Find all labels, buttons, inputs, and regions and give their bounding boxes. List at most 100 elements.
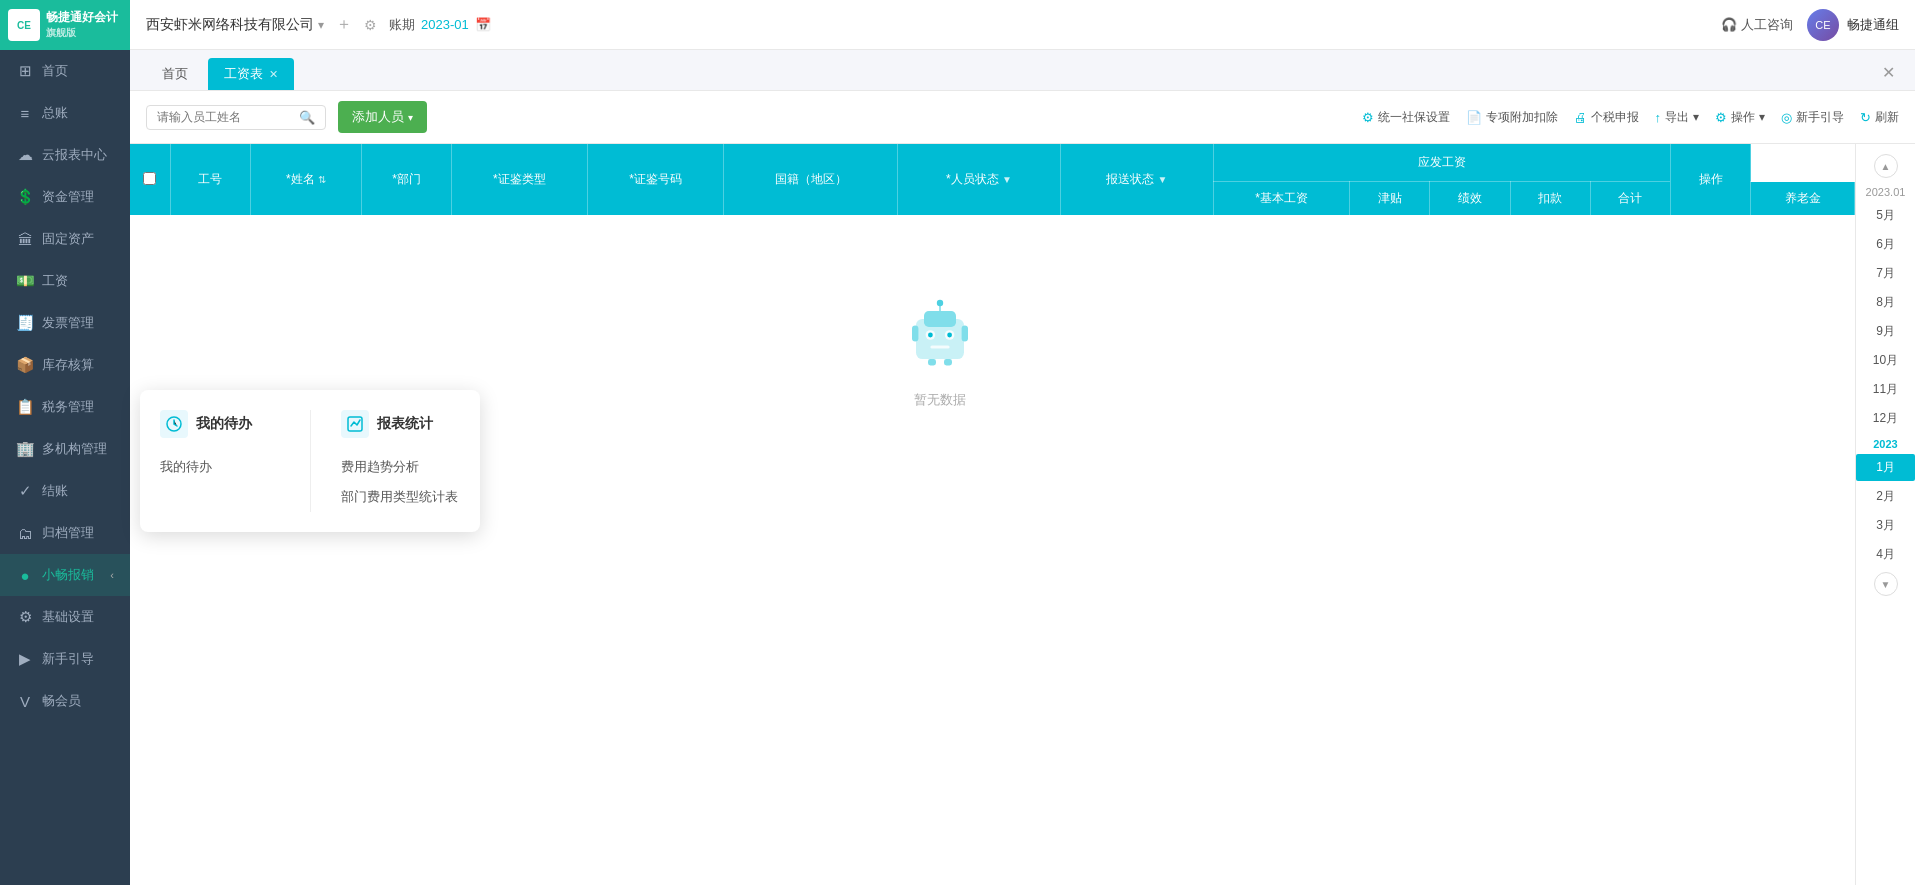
sidebar-item-invoice[interactable]: 🧾 发票管理 bbox=[0, 302, 130, 344]
settings-icon: ⚙ bbox=[16, 608, 34, 626]
operation-chevron-icon: ▾ bbox=[1759, 110, 1765, 124]
cloud-icon: ☁ bbox=[16, 146, 34, 164]
th-id-num: *证鉴号码 bbox=[587, 144, 723, 215]
svg-rect-8 bbox=[962, 325, 968, 341]
user-info: CE 畅捷通组 bbox=[1807, 9, 1899, 41]
tax-report-button[interactable]: 🖨 个税申报 bbox=[1574, 109, 1639, 126]
logo-initials: CE bbox=[17, 20, 31, 31]
panel-up-button[interactable]: ▲ bbox=[1874, 154, 1898, 178]
app-logo: CE 畅捷通好会计 旗舰版 bbox=[0, 0, 130, 50]
sidebar-item-settlement[interactable]: ✓ 结账 bbox=[0, 470, 130, 512]
tab-close-icon[interactable]: ✕ bbox=[269, 68, 278, 81]
svg-point-5 bbox=[948, 333, 953, 338]
fund-icon: 💲 bbox=[16, 188, 34, 206]
calendar-icon[interactable]: 📅 bbox=[475, 17, 491, 32]
sidebar-item-member[interactable]: V 畅会员 bbox=[0, 680, 130, 722]
refresh-icon: ↻ bbox=[1860, 110, 1871, 125]
sidebar-item-multi[interactable]: 🏢 多机构管理 bbox=[0, 428, 130, 470]
ledger-icon: ≡ bbox=[16, 105, 34, 122]
popup-divider bbox=[310, 410, 311, 512]
social-insurance-button[interactable]: ⚙ 统一社保设置 bbox=[1362, 109, 1450, 126]
sidebar-item-settings[interactable]: ⚙ 基础设置 bbox=[0, 596, 130, 638]
sidebar-item-assets[interactable]: 🏛 固定资产 bbox=[0, 218, 130, 260]
svg-rect-6 bbox=[931, 345, 950, 348]
popup-columns: 我的待办 我的待办 报表统计 费用趋势分析 部门费用类型统计表 bbox=[160, 410, 460, 512]
status-filter-icon[interactable]: ▼ bbox=[1002, 174, 1012, 185]
th-checkbox[interactable] bbox=[130, 144, 170, 215]
sidebar-item-cloud[interactable]: ☁ 云报表中心 bbox=[0, 134, 130, 176]
tabbar: 首页 工资表 ✕ ✕ bbox=[130, 50, 1915, 91]
month-5[interactable]: 5月 bbox=[1856, 202, 1915, 229]
invoice-icon: 🧾 bbox=[16, 314, 34, 332]
popup-item-pending[interactable]: 我的待办 bbox=[160, 452, 280, 482]
sidebar-item-fund[interactable]: 💲 资金管理 bbox=[0, 176, 130, 218]
th-dept: *部门 bbox=[362, 144, 451, 215]
sidebar-item-label: 资金管理 bbox=[42, 188, 94, 206]
th-deduction: 扣款 bbox=[1510, 182, 1590, 216]
sidebar-item-home[interactable]: ⊞ 首页 bbox=[0, 50, 130, 92]
month-7[interactable]: 7月 bbox=[1856, 260, 1915, 287]
sidebar-item-tax[interactable]: 📋 税务管理 bbox=[0, 386, 130, 428]
month-11[interactable]: 11月 bbox=[1856, 376, 1915, 403]
operation-icon: ⚙ bbox=[1715, 110, 1727, 125]
empty-illustration bbox=[900, 295, 980, 375]
month-2[interactable]: 2月 bbox=[1856, 483, 1915, 510]
sidebar-item-label: 多机构管理 bbox=[42, 440, 107, 458]
month-8[interactable]: 8月 bbox=[1856, 289, 1915, 316]
search-input[interactable] bbox=[157, 110, 293, 124]
month-9[interactable]: 9月 bbox=[1856, 318, 1915, 345]
search-wrap: 🔍 bbox=[146, 105, 326, 130]
th-performance: 绩效 bbox=[1430, 182, 1510, 216]
special-deduction-button[interactable]: 📄 专项附加扣除 bbox=[1466, 109, 1558, 126]
sidebar-item-xiaochang[interactable]: ● 小畅报销 ‹ bbox=[0, 554, 130, 596]
select-all-checkbox[interactable] bbox=[143, 172, 156, 185]
company-selector[interactable]: 西安虾米网络科技有限公司 ▾ bbox=[146, 16, 324, 34]
popup-item-dept[interactable]: 部门费用类型统计表 bbox=[341, 482, 461, 512]
export-button[interactable]: ↑ 导出 ▾ bbox=[1655, 109, 1700, 126]
sidebar-item-ledger[interactable]: ≡ 总账 bbox=[0, 92, 130, 134]
tab-salary[interactable]: 工资表 ✕ bbox=[208, 58, 294, 90]
export-chevron-icon: ▾ bbox=[1693, 110, 1699, 124]
add-company-icon[interactable]: ＋ bbox=[336, 14, 352, 35]
chevron-down-icon: ▾ bbox=[318, 18, 324, 32]
logo-icon: CE bbox=[8, 9, 40, 41]
month-1-active[interactable]: 1月 bbox=[1856, 454, 1915, 481]
sidebar-item-label: 库存核算 bbox=[42, 356, 94, 374]
topbar: 西安虾米网络科技有限公司 ▾ ＋ ⚙ 账期 2023-01 📅 🎧 人工咨询 C… bbox=[130, 0, 1915, 50]
month-4[interactable]: 4月 bbox=[1856, 541, 1915, 568]
sidebar-item-salary[interactable]: 💵 工资 bbox=[0, 260, 130, 302]
refresh-button[interactable]: ↻ 刷新 bbox=[1860, 109, 1899, 126]
sidebar-item-inventory[interactable]: 📦 库存核算 bbox=[0, 344, 130, 386]
month-12[interactable]: 12月 bbox=[1856, 405, 1915, 432]
home-icon: ⊞ bbox=[16, 62, 34, 80]
operation-button[interactable]: ⚙ 操作 ▾ bbox=[1715, 109, 1765, 126]
month-6[interactable]: 6月 bbox=[1856, 231, 1915, 258]
salary-icon: 💵 bbox=[16, 272, 34, 290]
assets-icon: 🏛 bbox=[16, 231, 34, 248]
tab-home[interactable]: 首页 bbox=[146, 58, 204, 90]
popup-item-trend[interactable]: 费用趋势分析 bbox=[341, 452, 461, 482]
month-3[interactable]: 3月 bbox=[1856, 512, 1915, 539]
special-icon: 📄 bbox=[1466, 110, 1482, 125]
page-close-button[interactable]: ✕ bbox=[1878, 59, 1899, 86]
empty-text: 暂无数据 bbox=[914, 391, 966, 409]
month-10[interactable]: 10月 bbox=[1856, 347, 1915, 374]
support-button[interactable]: 🎧 人工咨询 bbox=[1721, 16, 1793, 34]
guide-button[interactable]: ◎ 新手引导 bbox=[1781, 109, 1844, 126]
th-nationality: 国籍（地区） bbox=[724, 144, 898, 215]
report-icon bbox=[341, 410, 369, 438]
svg-rect-9 bbox=[928, 359, 936, 365]
popup-col2-title: 报表统计 bbox=[341, 410, 461, 438]
th-name: *姓名 ⇅ bbox=[250, 144, 362, 215]
sidebar-item-archive[interactable]: 🗂 归档管理 bbox=[0, 512, 130, 554]
member-icon: V bbox=[16, 693, 34, 710]
panel-down-button[interactable]: ▼ bbox=[1874, 572, 1898, 596]
popup-col-pending: 我的待办 我的待办 bbox=[160, 410, 280, 512]
sidebar: CE 畅捷通好会计 旗舰版 ⊞ 首页 ≡ 总账 ☁ 云报表中心 💲 资金管理 🏛… bbox=[0, 0, 130, 885]
sidebar-item-newguide[interactable]: ▶ 新手引导 bbox=[0, 638, 130, 680]
user-name: 畅捷通组 bbox=[1847, 16, 1899, 34]
sort-icon[interactable]: ⇅ bbox=[318, 174, 326, 185]
report-filter-icon[interactable]: ▼ bbox=[1157, 174, 1167, 185]
add-person-button[interactable]: 添加人员 ▾ bbox=[338, 101, 427, 133]
settings-gear-icon[interactable]: ⚙ bbox=[364, 17, 377, 33]
